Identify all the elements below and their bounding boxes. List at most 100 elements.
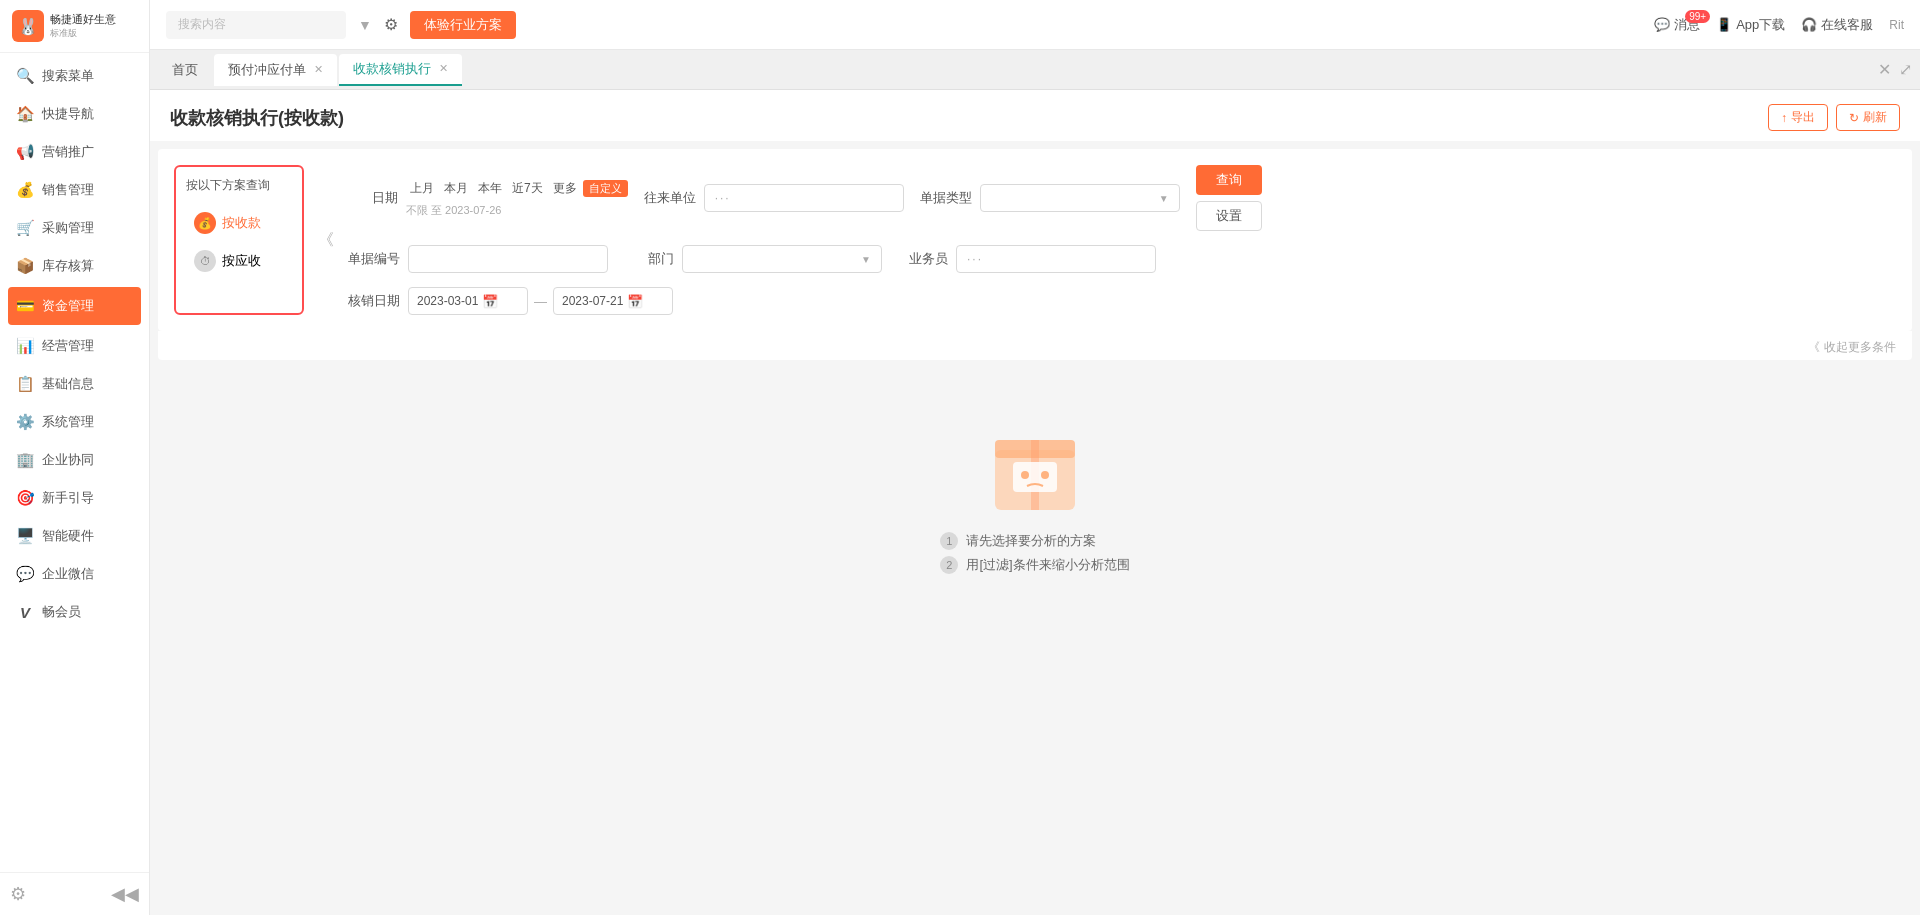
- svg-rect-3: [1013, 462, 1057, 492]
- settings-bottom-icon[interactable]: ⚙: [10, 883, 26, 905]
- filter-section-title: 按以下方案查询: [186, 177, 292, 194]
- empty-hint-texts: 1 请先选择要分析的方案 2 用[过滤]条件来缩小分析范围: [940, 532, 1129, 574]
- sidebar-item-marketing[interactable]: 📢 营销推广: [0, 133, 149, 171]
- writeoff-date-start-input[interactable]: 2023-03-01 📅: [408, 287, 528, 315]
- filter-query-options: 按以下方案查询 💰 按收款 ⏱ 按应收: [174, 165, 304, 315]
- counterpart-select[interactable]: ···: [704, 184, 904, 212]
- sidebar-label-quick-nav: 快捷导航: [42, 105, 94, 123]
- filter-rows: 日期 上月 本月 本年 近7天 更多 自定义 不限 至: [348, 165, 1896, 315]
- salesman-select[interactable]: ···: [956, 245, 1156, 273]
- sidebar: 🐰 畅捷通好生意 标准版 🔍 搜索菜单 🏠 快捷导航 📢 营销推广 💰 销售管理…: [0, 0, 150, 915]
- sidebar-item-basic[interactable]: 📋 基础信息: [0, 365, 149, 403]
- empty-state: 1 请先选择要分析的方案 2 用[过滤]条件来缩小分析范围: [150, 420, 1920, 574]
- calendar-end-icon: 📅: [627, 294, 643, 309]
- industry-solution-button[interactable]: 体验行业方案: [410, 11, 516, 39]
- tab-prepay[interactable]: 预付冲应付单 ✕: [214, 54, 337, 86]
- receivable-option-label: 按应收: [222, 252, 261, 270]
- sidebar-item-quick-nav[interactable]: 🏠 快捷导航: [0, 95, 149, 133]
- sidebar-label-weixin: 企业微信: [42, 565, 94, 583]
- receivable-option-icon: ⏱: [194, 250, 216, 272]
- collapse-more-icon: 《: [1808, 339, 1820, 356]
- weixin-icon: 💬: [16, 565, 34, 583]
- date-tab-this-month[interactable]: 本月: [440, 178, 472, 199]
- collapse-sidebar-icon[interactable]: ◀◀: [111, 883, 139, 905]
- sidebar-item-member[interactable]: V 畅会员: [0, 593, 149, 631]
- sidebar-item-search[interactable]: 🔍 搜索菜单: [0, 57, 149, 95]
- empty-hint-1-text: 请先选择要分析的方案: [966, 532, 1096, 550]
- sidebar-item-guide[interactable]: 🎯 新手引导: [0, 479, 149, 517]
- header-chevron-down-icon[interactable]: ▼: [358, 17, 372, 33]
- counterpart-field: 往来单位 ···: [644, 184, 904, 212]
- date-tab-7days[interactable]: 近7天: [508, 178, 547, 199]
- user-info[interactable]: Rit: [1889, 18, 1904, 32]
- date-tab-last-month[interactable]: 上月: [406, 178, 438, 199]
- sidebar-label-hardware: 智能硬件: [42, 527, 94, 545]
- message-badge[interactable]: 💬 消息 99+: [1654, 16, 1700, 34]
- sidebar-label-purchase: 采购管理: [42, 219, 94, 237]
- tab-bar: 首页 预付冲应付单 ✕ 收款核销执行 ✕ ✕ ⤢: [150, 50, 1920, 90]
- sidebar-label-sales: 销售管理: [42, 181, 94, 199]
- sidebar-label-business: 经营管理: [42, 337, 94, 355]
- collapse-chevron-icon: 《: [318, 230, 334, 251]
- tab-close-prepay[interactable]: ✕: [314, 63, 323, 76]
- filter-fields: 日期 上月 本月 本年 近7天 更多 自定义 不限 至: [348, 165, 1896, 315]
- collapse-more-button[interactable]: 《 收起更多条件: [1808, 339, 1896, 356]
- filter-option-by-receipt[interactable]: 💰 按收款: [186, 206, 292, 240]
- sidebar-item-finance[interactable]: 💳 资金管理: [8, 287, 141, 325]
- header-search-bar[interactable]: 搜索内容: [166, 11, 346, 39]
- page-title-actions: ↑ 导出 ↻ 刷新: [1768, 104, 1900, 131]
- guide-icon: 🎯: [16, 489, 34, 507]
- calendar-start-icon: 📅: [482, 294, 498, 309]
- tab-close-all-icon[interactable]: ✕: [1878, 60, 1891, 79]
- counterpart-label: 往来单位: [644, 189, 696, 207]
- tab-bar-end: ✕ ⤢: [1878, 60, 1912, 79]
- sidebar-item-hardware[interactable]: 🖥️ 智能硬件: [0, 517, 149, 555]
- date-tab-more[interactable]: 更多: [549, 178, 581, 199]
- filter-collapse-toggle[interactable]: 《: [316, 165, 336, 315]
- date-custom-tag[interactable]: 自定义: [583, 180, 628, 197]
- member-icon: V: [16, 604, 34, 621]
- sidebar-item-inventory[interactable]: 📦 库存核算: [0, 247, 149, 285]
- sales-icon: 💰: [16, 181, 34, 199]
- system-icon: ⚙️: [16, 413, 34, 431]
- app-download-link[interactable]: 📱 App下载: [1716, 16, 1785, 34]
- tab-close-collection[interactable]: ✕: [439, 62, 448, 75]
- sidebar-label-basic: 基础信息: [42, 375, 94, 393]
- date-tab-this-year[interactable]: 本年: [474, 178, 506, 199]
- customer-service-link[interactable]: 🎧 在线客服: [1801, 16, 1873, 34]
- tab-collection[interactable]: 收款核销执行 ✕: [339, 54, 462, 86]
- dept-select[interactable]: ▼: [682, 245, 882, 273]
- sidebar-label-guide: 新手引导: [42, 489, 94, 507]
- sidebar-item-purchase[interactable]: 🛒 采购管理: [0, 209, 149, 247]
- page-title: 收款核销执行(按收款): [170, 106, 344, 130]
- export-button[interactable]: ↑ 导出: [1768, 104, 1828, 131]
- writeoff-date-end-input[interactable]: 2023-07-21 📅: [553, 287, 673, 315]
- sidebar-item-system[interactable]: ⚙️ 系统管理: [0, 403, 149, 441]
- home-icon: 🏠: [16, 105, 34, 123]
- date-field: 日期 上月 本月 本年 近7天 更多 自定义 不限 至: [348, 178, 628, 218]
- app-logo: 🐰 畅捷通好生意 标准版: [0, 0, 149, 53]
- doc-type-field: 单据类型 ▼: [920, 184, 1180, 212]
- filter-row-2: 单据编号 部门 ▼ 业务员: [348, 245, 1896, 273]
- sidebar-item-business[interactable]: 📊 经营管理: [0, 327, 149, 365]
- empty-hint-2-text: 用[过滤]条件来缩小分析范围: [966, 556, 1129, 574]
- salesman-label: 业务员: [898, 250, 948, 268]
- tab-home[interactable]: 首页: [158, 54, 212, 86]
- basic-icon: 📋: [16, 375, 34, 393]
- page-content: 收款核销执行(按收款) ↑ 导出 ↻ 刷新 按以下方案查询 💰 按收款: [150, 90, 1920, 915]
- sidebar-item-sales[interactable]: 💰 销售管理: [0, 171, 149, 209]
- filter-option-by-receivable[interactable]: ⏱ 按应收: [186, 244, 292, 278]
- sidebar-item-enterprise[interactable]: 🏢 企业协同: [0, 441, 149, 479]
- sidebar-item-weixin[interactable]: 💬 企业微信: [0, 555, 149, 593]
- setting-button[interactable]: 设置: [1196, 201, 1262, 231]
- doc-type-select[interactable]: ▼: [980, 184, 1180, 212]
- query-button[interactable]: 查询: [1196, 165, 1262, 195]
- header-gear-icon[interactable]: ⚙: [384, 15, 398, 34]
- sidebar-label-member: 畅会员: [42, 603, 81, 621]
- refresh-button[interactable]: ↻ 刷新: [1836, 104, 1900, 131]
- dept-chevron-icon: ▼: [861, 254, 871, 265]
- doc-no-input[interactable]: [408, 245, 608, 273]
- collapse-more-label: 收起更多条件: [1824, 339, 1896, 356]
- customer-service-icon: 🎧: [1801, 17, 1817, 32]
- tab-maximize-icon[interactable]: ⤢: [1899, 60, 1912, 79]
